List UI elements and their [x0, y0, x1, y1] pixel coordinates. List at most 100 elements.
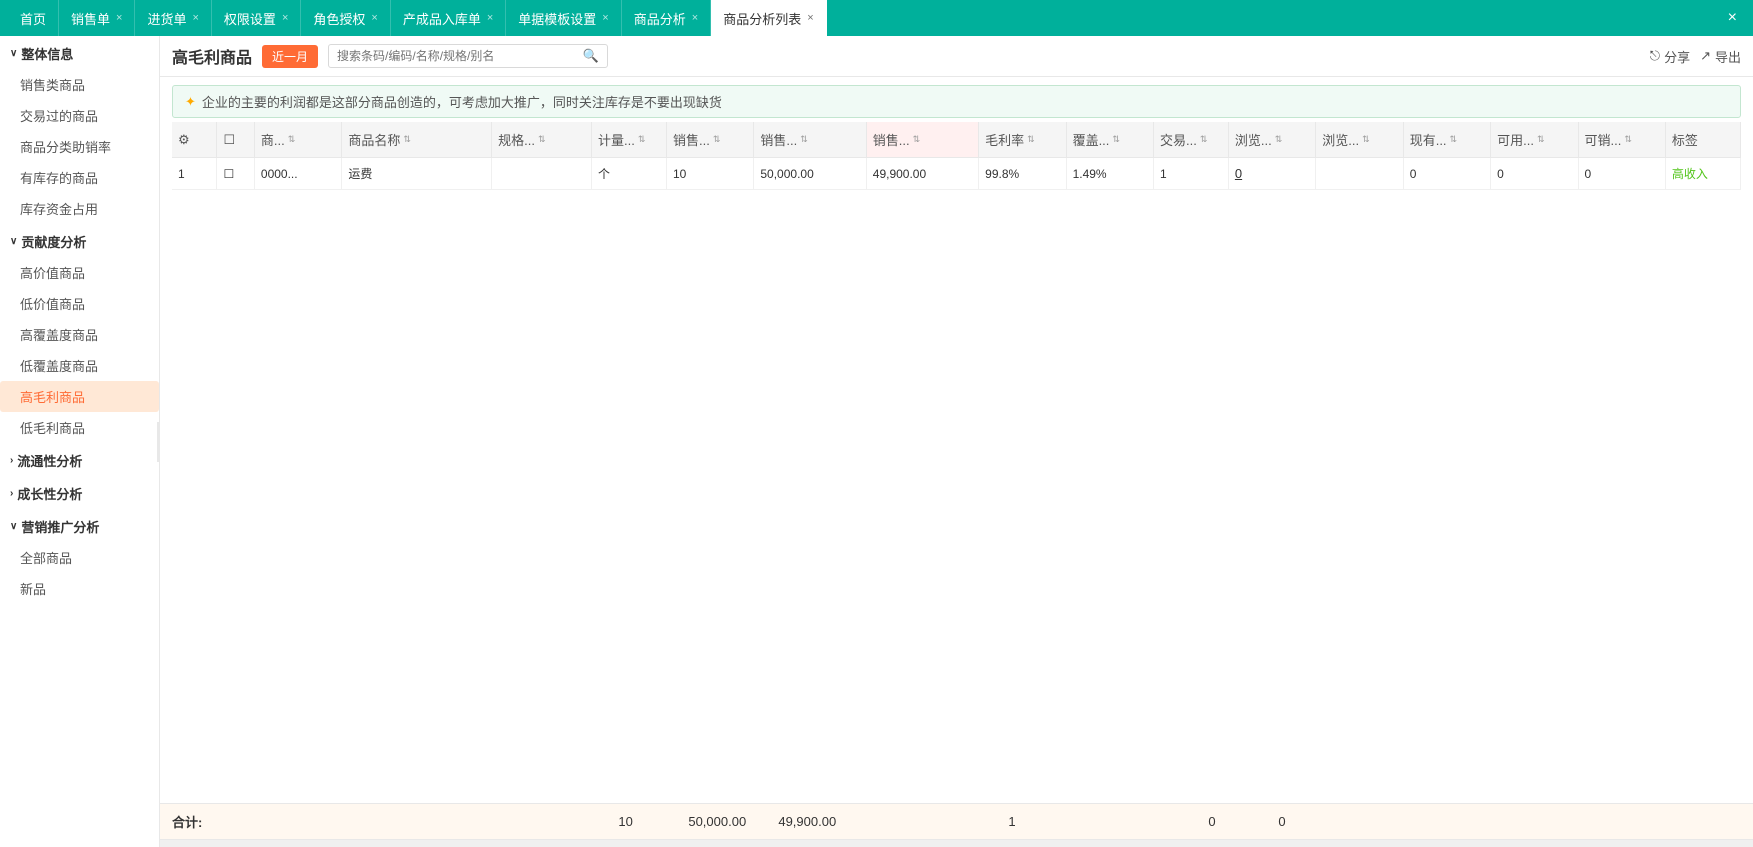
main-area: « ∨ 整体信息 销售类商品 交易过的商品 商品分类助销率 有库存的商品 库存资…: [0, 36, 1753, 847]
col-header-trans[interactable]: 交易... ⇅: [1153, 122, 1228, 158]
page-title: 高毛利商品: [172, 44, 252, 68]
data-table: ⚙ ☐ 商... ⇅ 商品名称: [172, 122, 1741, 190]
col-header-tag[interactable]: 标签: [1665, 122, 1740, 158]
tab-goods-analysis[interactable]: 商品分析 ×: [622, 0, 711, 36]
sort-icon-avail: ⇅: [1537, 134, 1545, 145]
sidebar-item-category-rate[interactable]: 商品分类助销率: [0, 131, 159, 162]
table-row: 1 ☐ 0000... 运费 个 10 50,000.00 49,900.00 …: [172, 158, 1741, 190]
content-header: 高毛利商品 近一月 🔍 ⎋ 分享 ↗ 导出: [160, 36, 1753, 77]
cell-browse2: [1316, 158, 1403, 190]
close-tab-goods-analysis-list[interactable]: ×: [807, 12, 813, 24]
close-tab-template[interactable]: ×: [602, 12, 608, 24]
sidebar-item-traded-goods[interactable]: 交易过的商品: [0, 100, 159, 131]
cell-sales-profit: 49,900.00: [866, 158, 978, 190]
col-header-coverage[interactable]: 覆盖... ⇅: [1066, 122, 1153, 158]
chevron-down-icon-2: ∨: [10, 236, 17, 247]
cell-spec: [492, 158, 592, 190]
sidebar-item-in-stock[interactable]: 有库存的商品: [0, 162, 159, 193]
col-header-unit[interactable]: 计量... ⇅: [592, 122, 667, 158]
sort-icon-spec: ⇅: [538, 134, 546, 145]
tab-product-in[interactable]: 产成品入库单 ×: [391, 0, 506, 36]
sort-icon-margin: ⇅: [1027, 134, 1035, 145]
col-header-browse1[interactable]: 浏览... ⇅: [1228, 122, 1315, 158]
filter-last-month-btn[interactable]: 近一月: [262, 45, 318, 68]
sidebar-item-low-value[interactable]: 低价值商品: [0, 288, 159, 319]
sort-icon-sales-amt: ⇅: [800, 134, 808, 145]
col-header-avail[interactable]: 可用... ⇅: [1491, 122, 1578, 158]
col-header-sales-qty[interactable]: 销售... ⇅: [666, 122, 753, 158]
sidebar-item-all-goods[interactable]: 全部商品: [0, 542, 159, 573]
sidebar-item-low-coverage[interactable]: 低覆盖度商品: [0, 350, 159, 381]
sort-icon-name: ⇅: [403, 134, 411, 145]
close-window-btn[interactable]: ×: [1720, 9, 1745, 27]
sidebar-item-sales-goods[interactable]: 销售类商品: [0, 69, 159, 100]
sort-icon-saleable: ⇅: [1624, 134, 1632, 145]
close-tab-role-auth[interactable]: ×: [371, 12, 377, 24]
cell-sales-amt: 50,000.00: [754, 158, 866, 190]
close-tab-goods-analysis[interactable]: ×: [692, 12, 698, 24]
col-header-spec[interactable]: 规格... ⇅: [492, 122, 592, 158]
info-bar: ✦ 企业的主要的利润都是这部分商品创造的，可考虑加大推广，同时关注库存是不要出现…: [172, 85, 1741, 118]
search-box: 🔍: [328, 44, 608, 68]
cell-tag: 高收入: [1665, 158, 1740, 190]
horizontal-scrollbar[interactable]: [160, 839, 1753, 847]
cell-sales-qty: 10: [666, 158, 753, 190]
share-btn[interactable]: ⎋ 分享: [1650, 47, 1690, 66]
cell-browse1[interactable]: 0: [1228, 158, 1315, 190]
table-header-row: ⚙ ☐ 商... ⇅ 商品名称: [172, 122, 1741, 158]
sidebar-item-low-margin[interactable]: 低毛利商品: [0, 412, 159, 443]
chevron-right-icon: ›: [10, 455, 13, 466]
col-header-browse2[interactable]: 浏览... ⇅: [1316, 122, 1403, 158]
cell-check[interactable]: ☐: [217, 158, 254, 190]
sort-icon-unit: ⇅: [638, 134, 646, 145]
sort-icon-sales-profit: ⇅: [913, 134, 921, 145]
chevron-right-icon-2: ›: [10, 488, 13, 499]
sidebar-item-new-goods[interactable]: 新品: [0, 573, 159, 604]
sidebar-group-overall[interactable]: ∨ 整体信息: [0, 36, 159, 69]
sidebar-group-liquidity[interactable]: › 流通性分析: [0, 443, 159, 476]
tab-purchase-order[interactable]: 进货单 ×: [135, 0, 211, 36]
search-input[interactable]: [337, 49, 583, 63]
col-header-code[interactable]: 商... ⇅: [254, 122, 341, 158]
tab-permissions[interactable]: 权限设置 ×: [212, 0, 301, 36]
col-header-sales-amt[interactable]: 销售... ⇅: [754, 122, 866, 158]
sidebar-item-high-margin[interactable]: 高毛利商品: [0, 381, 159, 412]
content-panel: 高毛利商品 近一月 🔍 ⎋ 分享 ↗ 导出 ✦ 企业的主要的利润都是这部分商品创…: [160, 36, 1753, 847]
chevron-down-icon: ∨: [10, 48, 17, 59]
cell-coverage: 1.49%: [1066, 158, 1153, 190]
sidebar-collapse-btn[interactable]: «: [157, 422, 160, 462]
sidebar: « ∨ 整体信息 销售类商品 交易过的商品 商品分类助销率 有库存的商品 库存资…: [0, 36, 160, 847]
col-header-check[interactable]: ☐: [217, 122, 254, 158]
col-header-settings[interactable]: ⚙: [172, 122, 217, 158]
header-actions: ⎋ 分享 ↗ 导出: [1650, 47, 1741, 66]
col-header-stock[interactable]: 现有... ⇅: [1403, 122, 1490, 158]
cell-stock: 0: [1403, 158, 1490, 190]
tab-sales-order[interactable]: 销售单 ×: [59, 0, 135, 36]
search-icon[interactable]: 🔍: [583, 48, 599, 64]
tab-role-auth[interactable]: 角色授权 ×: [301, 0, 390, 36]
close-tab-permissions[interactable]: ×: [282, 12, 288, 24]
tab-template[interactable]: 单据模板设置 ×: [506, 0, 621, 36]
col-header-margin[interactable]: 毛利率 ⇅: [979, 122, 1066, 158]
col-header-name[interactable]: 商品名称 ⇅: [342, 122, 492, 158]
sidebar-item-high-coverage[interactable]: 高覆盖度商品: [0, 319, 159, 350]
cell-margin: 99.8%: [979, 158, 1066, 190]
sidebar-item-stock-capital[interactable]: 库存资金占用: [0, 193, 159, 224]
tab-goods-analysis-list[interactable]: 商品分析列表 ×: [711, 0, 826, 36]
close-tab-purchase-order[interactable]: ×: [192, 12, 198, 24]
close-tab-product-in[interactable]: ×: [487, 12, 493, 24]
sidebar-group-growth[interactable]: › 成长性分析: [0, 476, 159, 509]
table-wrapper: ⚙ ☐ 商... ⇅ 商品名称: [160, 122, 1753, 803]
tab-home[interactable]: 首页: [8, 0, 59, 36]
close-tab-sales-order[interactable]: ×: [116, 12, 122, 24]
col-header-saleable[interactable]: 可销... ⇅: [1578, 122, 1665, 158]
chevron-down-icon-3: ∨: [10, 521, 17, 532]
sidebar-item-high-value[interactable]: 高价值商品: [0, 257, 159, 288]
sidebar-group-contribution[interactable]: ∨ 贡献度分析: [0, 224, 159, 257]
export-btn[interactable]: ↗ 导出: [1700, 47, 1741, 66]
sidebar-group-marketing[interactable]: ∨ 营销推广分析: [0, 509, 159, 542]
cell-saleable: 0: [1578, 158, 1665, 190]
topbar: 首页 销售单 × 进货单 × 权限设置 × 角色授权 × 产成品入库单 × 单据…: [0, 0, 1753, 36]
sort-icon-code: ⇅: [288, 134, 296, 145]
col-header-sales-profit[interactable]: 销售... ⇅: [866, 122, 978, 158]
